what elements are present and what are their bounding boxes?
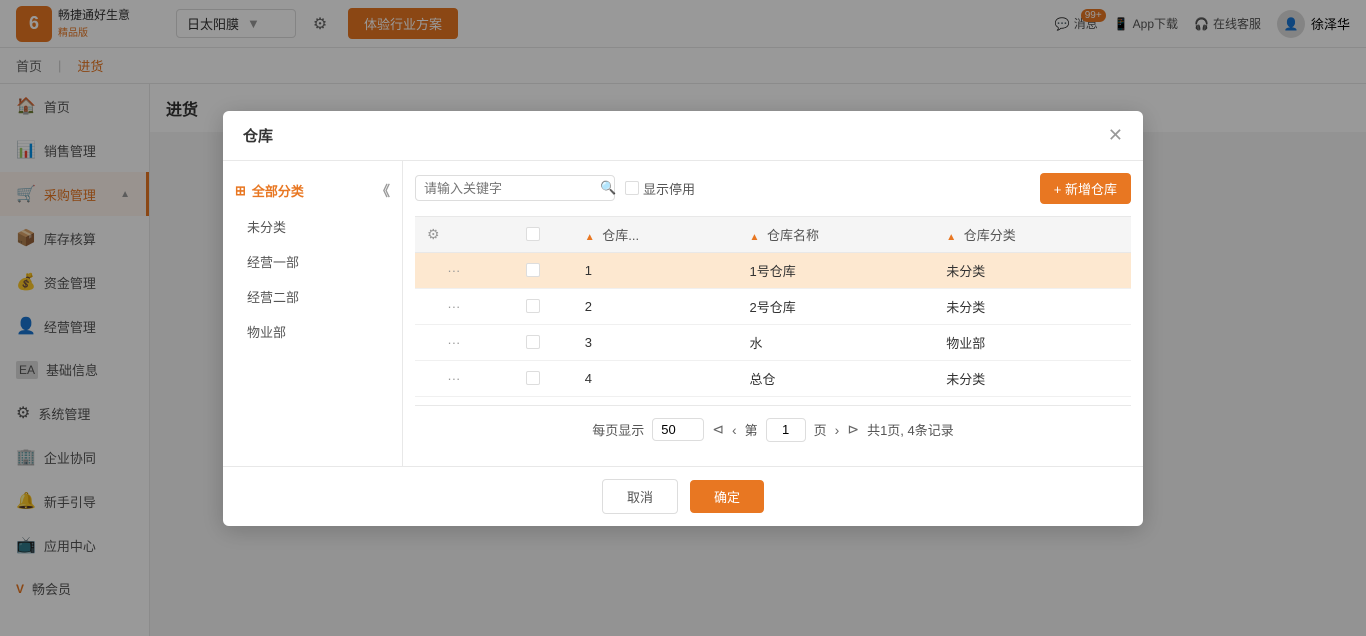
page-suffix: 页: [814, 420, 827, 439]
row-more-icon[interactable]: ···: [447, 263, 460, 278]
modal-body: ⊞ 全部分类 《 未分类 经营一部 经营二部 物业部: [223, 161, 1143, 466]
category-item-uncategorized[interactable]: 未分类: [223, 209, 402, 244]
row-more-icon[interactable]: ···: [447, 299, 460, 314]
pagination: 每页显示 50 100 200 ⊲ ‹ 第 页 › ⊳ 共: [415, 405, 1131, 454]
table-row[interactable]: ··· 2 2号仓库 未分类: [415, 288, 1131, 324]
modal-title: 仓库: [243, 125, 273, 146]
table-panel: 🔍 显示停用 + 新增仓库 ⚙: [403, 161, 1143, 466]
row-index: 3: [573, 324, 738, 360]
page-prev-nav[interactable]: ‹: [732, 422, 737, 438]
modal-overlay: 仓库 ✕ ⊞ 全部分类 《 未分类 经营一部 经营二部: [0, 0, 1366, 636]
th-category: ▲ 仓库分类: [934, 216, 1131, 252]
row-category: 未分类: [934, 360, 1131, 396]
row-name: 水: [738, 324, 935, 360]
total-label: 共1页, 4条记录: [867, 420, 954, 439]
cancel-button[interactable]: 取消: [602, 479, 678, 514]
row-category: 未分类: [934, 288, 1131, 324]
row-checkbox[interactable]: [526, 263, 540, 277]
search-icon[interactable]: 🔍: [600, 180, 616, 196]
th-checkbox: [493, 216, 573, 252]
row-actions-cell: ···: [415, 288, 493, 324]
show-disabled-label: 显示停用: [643, 179, 695, 198]
page-first-nav[interactable]: ⊲: [712, 421, 724, 438]
category-item-operations1[interactable]: 经营一部: [223, 244, 402, 279]
show-disabled-toggle[interactable]: 显示停用: [625, 179, 695, 198]
page-last-nav[interactable]: ⊳: [847, 421, 859, 438]
row-index: 2: [573, 288, 738, 324]
modal-close-button[interactable]: ✕: [1108, 125, 1123, 146]
modal-header: 仓库 ✕: [223, 111, 1143, 161]
category-item-property[interactable]: 物业部: [223, 314, 402, 349]
collapse-button[interactable]: 《: [376, 181, 390, 201]
row-category: 物业部: [934, 324, 1131, 360]
row-checkbox[interactable]: [526, 371, 540, 385]
search-box: 🔍: [415, 175, 615, 201]
row-name: 1号仓库: [738, 252, 935, 288]
confirm-button[interactable]: 确定: [690, 480, 764, 513]
per-page-select[interactable]: 50 100 200: [652, 418, 704, 441]
table-row[interactable]: ··· 3 水 物业部: [415, 324, 1131, 360]
row-checkbox-cell: [493, 288, 573, 324]
per-page-label: 每页显示: [592, 420, 644, 439]
select-all-checkbox[interactable]: [526, 227, 540, 241]
per-page-select-wrapper: 50 100 200: [652, 418, 704, 441]
table-row[interactable]: ··· 4 总仓 未分类: [415, 360, 1131, 396]
search-input[interactable]: [424, 181, 600, 196]
modal-footer: 取消 确定: [223, 466, 1143, 526]
row-checkbox-cell: [493, 252, 573, 288]
th-code: ▲ 仓库...: [573, 216, 738, 252]
warehouse-table: ⚙ ▲ 仓库... ▲: [415, 216, 1131, 397]
row-category: 未分类: [934, 252, 1131, 288]
settings-th-icon: ⚙: [427, 226, 440, 242]
row-actions-cell: ···: [415, 252, 493, 288]
category-item-operations2[interactable]: 经营二部: [223, 279, 402, 314]
table-container: ⚙ ▲ 仓库... ▲: [415, 216, 1131, 397]
row-checkbox[interactable]: [526, 335, 540, 349]
row-actions-cell: ···: [415, 360, 493, 396]
warehouse-modal: 仓库 ✕ ⊞ 全部分类 《 未分类 经营一部 经营二部: [223, 111, 1143, 526]
row-checkbox[interactable]: [526, 299, 540, 313]
row-index: 1: [573, 252, 738, 288]
add-warehouse-button[interactable]: + 新增仓库: [1040, 173, 1131, 204]
row-checkbox-cell: [493, 360, 573, 396]
row-more-icon[interactable]: ···: [447, 371, 460, 386]
all-categories-label: 全部分类: [252, 181, 304, 200]
sort-icon-code: ▲: [585, 232, 595, 243]
table-toolbar: 🔍 显示停用 + 新增仓库: [415, 173, 1131, 204]
row-more-icon[interactable]: ···: [447, 335, 460, 350]
page-number-input[interactable]: [766, 418, 806, 442]
table-row[interactable]: ··· 1 1号仓库 未分类: [415, 252, 1131, 288]
th-name: ▲ 仓库名称: [738, 216, 935, 252]
category-panel: ⊞ 全部分类 《 未分类 经营一部 经营二部 物业部: [223, 161, 403, 466]
row-index: 4: [573, 360, 738, 396]
row-checkbox-cell: [493, 324, 573, 360]
page-next-nav[interactable]: ›: [835, 422, 840, 438]
row-name: 总仓: [738, 360, 935, 396]
sort-icon-category: ▲: [946, 232, 956, 243]
row-name: 2号仓库: [738, 288, 935, 324]
grid-icon: ⊞: [235, 183, 246, 199]
row-actions-cell: ···: [415, 324, 493, 360]
all-categories-button[interactable]: ⊞ 全部分类 《: [223, 173, 402, 209]
show-disabled-checkbox[interactable]: [625, 181, 639, 195]
th-settings: ⚙: [415, 216, 493, 252]
page-label: 第: [745, 420, 758, 439]
sort-icon-name: ▲: [750, 232, 760, 243]
